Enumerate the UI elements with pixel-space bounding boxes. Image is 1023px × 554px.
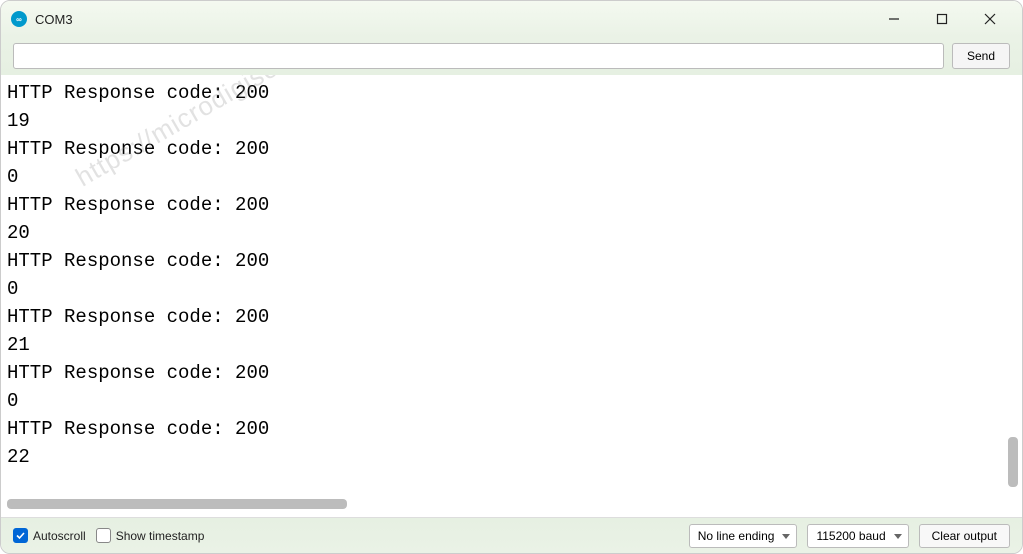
arduino-icon: ∞ — [11, 11, 27, 27]
serial-monitor-window: ∞ COM3 Send https://microdigisoft.com · … — [0, 0, 1023, 554]
autoscroll-option[interactable]: Autoscroll — [13, 528, 86, 543]
serial-input[interactable] — [13, 43, 944, 69]
output-line: HTTP Response code: 200 — [7, 79, 1018, 107]
output-line: HTTP Response code: 200 — [7, 303, 1018, 331]
output-line: HTTP Response code: 200 — [7, 247, 1018, 275]
output-line: HTTP Response code: 200 — [7, 415, 1018, 443]
send-button[interactable]: Send — [952, 43, 1010, 69]
output-line: 0 — [7, 163, 1018, 191]
output-line: HTTP Response code: 200 — [7, 191, 1018, 219]
clear-output-button[interactable]: Clear output — [919, 524, 1010, 548]
footer-bar: Autoscroll Show timestamp No line ending… — [1, 517, 1022, 553]
vertical-scrollbar-thumb[interactable] — [1008, 437, 1018, 487]
line-ending-select[interactable]: No line ending — [689, 524, 798, 548]
output-line: 22 — [7, 443, 1018, 471]
input-row: Send — [1, 37, 1022, 75]
horizontal-scrollbar-thumb[interactable] — [7, 499, 347, 509]
window-title: COM3 — [35, 12, 870, 27]
timestamp-label: Show timestamp — [116, 529, 205, 543]
output-line: 0 — [7, 387, 1018, 415]
timestamp-option[interactable]: Show timestamp — [96, 528, 205, 543]
timestamp-checkbox[interactable] — [96, 528, 111, 543]
autoscroll-checkbox[interactable] — [13, 528, 28, 543]
horizontal-scrollbar[interactable] — [7, 499, 1002, 511]
output-line: HTTP Response code: 200 — [7, 359, 1018, 387]
output-line: 20 — [7, 219, 1018, 247]
close-button[interactable] — [966, 3, 1014, 35]
output-line: 21 — [7, 331, 1018, 359]
output-line: 19 — [7, 107, 1018, 135]
baud-select[interactable]: 115200 baud — [807, 524, 908, 548]
line-ending-value: No line ending — [698, 529, 775, 543]
maximize-button[interactable] — [918, 3, 966, 35]
autoscroll-label: Autoscroll — [33, 529, 86, 543]
baud-value: 115200 baud — [816, 529, 885, 543]
output-line: 0 — [7, 275, 1018, 303]
window-controls — [870, 3, 1014, 35]
titlebar: ∞ COM3 — [1, 1, 1022, 37]
serial-output[interactable]: https://microdigisoft.com · 19:15 HTTP R… — [1, 75, 1022, 517]
minimize-button[interactable] — [870, 3, 918, 35]
output-line: HTTP Response code: 200 — [7, 135, 1018, 163]
